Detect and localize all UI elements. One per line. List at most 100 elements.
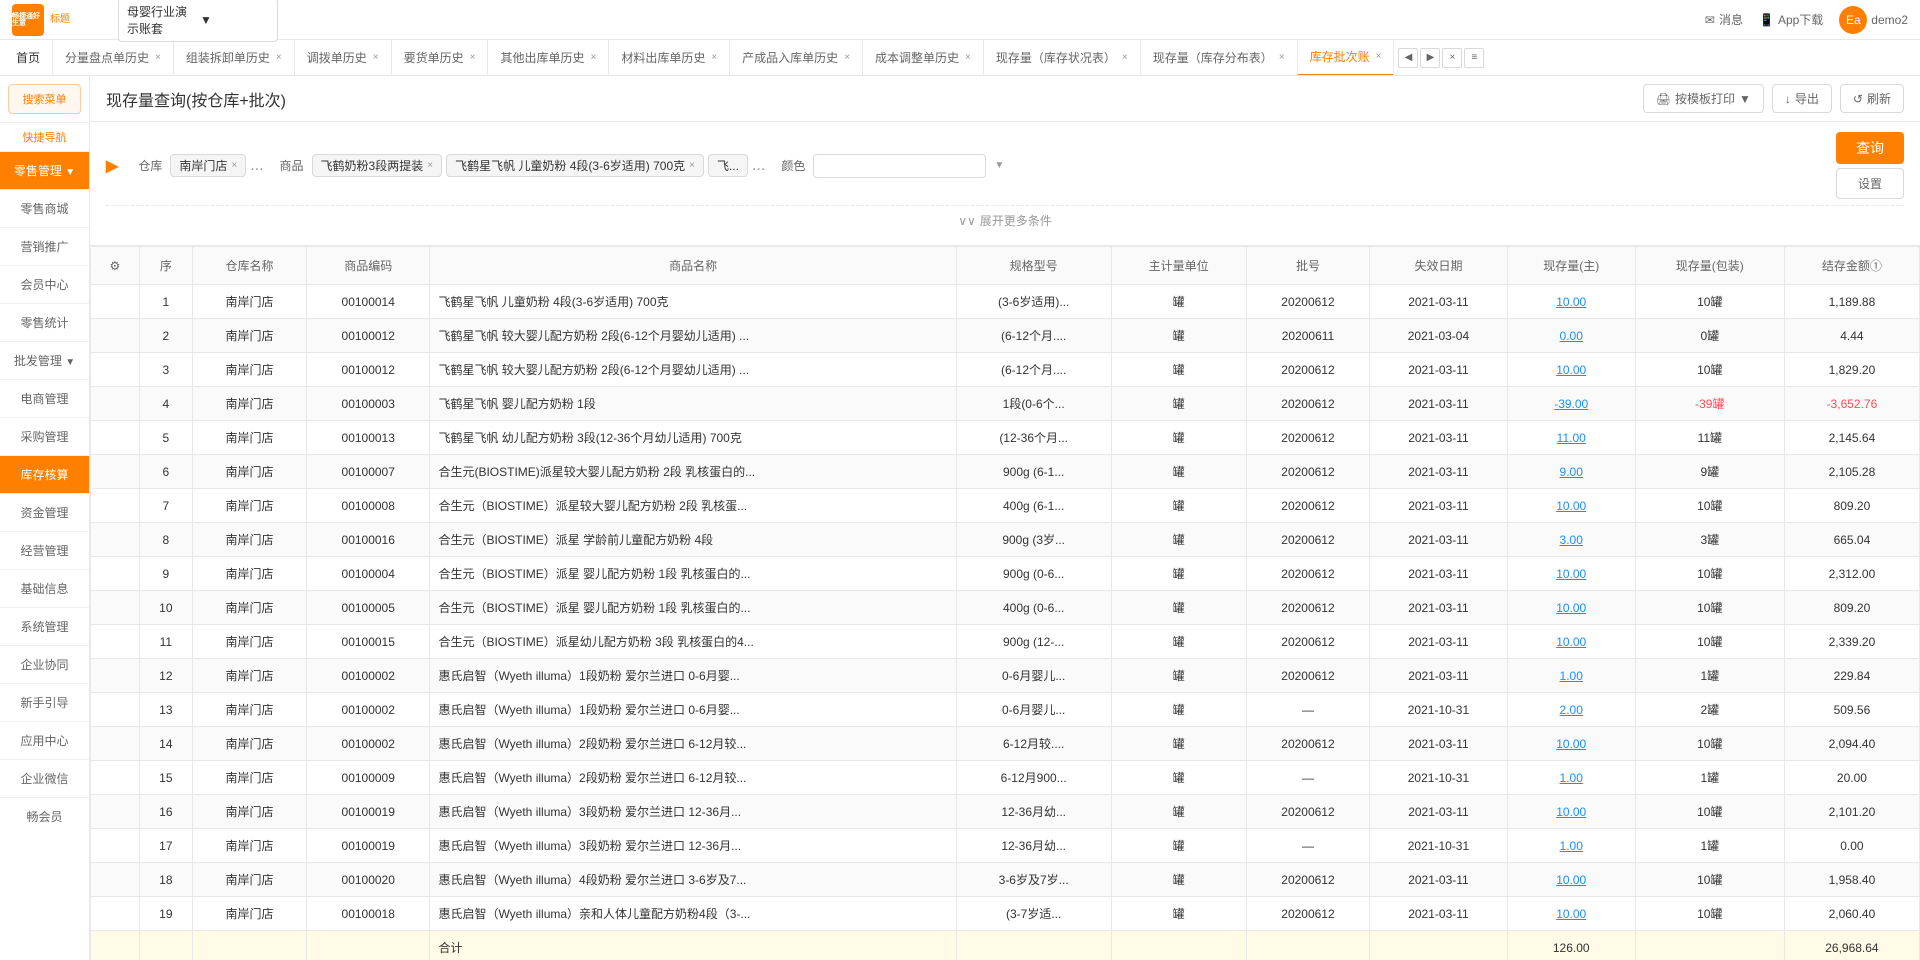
sidebar-item-basic-info[interactable]: 基础信息 [0,569,89,607]
stock-main-link[interactable]: 3.00 [1560,533,1583,547]
sidebar-item-app-center[interactable]: 应用中心 [0,721,89,759]
close-icon[interactable]: × [1279,52,1285,63]
stock-main-link[interactable]: 1.00 [1560,669,1583,683]
close-icon[interactable]: × [373,52,379,63]
tab-material-out[interactable]: 材料出库单历史 × [609,40,730,76]
color-input[interactable] [813,154,986,178]
content-area: 现存量查询(按仓库+批次) 🖨 按模板打印 ▼ ↓ 导出 ↺ 刷新 [90,76,1920,960]
table-header: ⚙ 序 仓库名称 商品编码 商品名称 规格型号 主计量单位 批号 失效日期 现存… [91,247,1920,285]
workspace-selector[interactable]: 母婴行业演示账套 ▼ [118,0,278,42]
nav-menu-button[interactable]: ≡ [1464,48,1484,68]
stock-main-link[interactable]: 10.00 [1556,295,1586,309]
close-icon[interactable]: × [155,52,161,63]
stock-main-link[interactable]: -39.00 [1554,397,1588,411]
chevron-icon: ▼ [65,167,75,178]
table-row: 1 南岸门店 00100014 飞鹤星飞帆 儿童奶粉 4段(3-6岁适用) 70… [91,285,1920,319]
print-button[interactable]: 🖨 按模板打印 ▼ [1643,84,1764,113]
sidebar-item-ecommerce-mgmt[interactable]: 电商管理 [0,379,89,417]
filter-expand-toggle[interactable]: ▶ [106,156,118,176]
close-icon[interactable]: × [965,52,971,63]
stock-main-link[interactable]: 9.00 [1560,465,1583,479]
tab-product-in[interactable]: 产成品入库单历史 × [730,40,863,76]
sidebar-item-inventory[interactable]: 库存核算 [0,455,89,493]
remove-product-tag-1-button[interactable]: × [689,160,695,171]
app-download-button[interactable]: 📱 App下载 [1759,11,1823,28]
sidebar-item-retail-stats[interactable]: 零售统计 [0,303,89,341]
sidebar-item-retail-shop[interactable]: 零售商城 [0,189,89,227]
color-filter: 颜色 ▼ [781,154,1004,178]
sidebar-item-retail-mgmt[interactable]: 零售管理 ▼ [0,151,89,189]
messages-button[interactable]: ✉ 消息 [1705,11,1743,28]
tab-batch-ledger[interactable]: 库存批次账 × [1298,40,1395,76]
nav-next-button[interactable]: ▶ [1420,48,1440,68]
settings-icon[interactable]: ⚙ [109,259,120,273]
tab-stock-status[interactable]: 现存量（库存状况表） × [984,40,1141,76]
stock-main-link[interactable]: 10.00 [1556,567,1586,581]
expand-more-conditions-button[interactable]: ∨∨ 展开更多条件 [106,205,1904,235]
stock-main-link[interactable]: 10.00 [1556,737,1586,751]
remove-warehouse-tag-button[interactable]: × [231,160,237,171]
table-row: 8 南岸门店 00100016 合生元（BIOSTIME）派星 学龄前儿童配方奶… [91,523,1920,557]
table-row: 2 南岸门店 00100012 飞鹤星飞帆 较大婴儿配方奶粉 2段(6-12个月… [91,319,1920,353]
tab-home[interactable]: 首页 [4,40,53,76]
sidebar-item-marketing[interactable]: 营销推广 [0,227,89,265]
nav-prev-button[interactable]: ◀ [1398,48,1418,68]
tab-cost-adjust[interactable]: 成本调整单历史 × [863,40,984,76]
tab-split-inventory[interactable]: 分量盘点单历史 × [53,40,174,76]
table-row: 14 南岸门店 00100002 惠氏启智（Wyeth illuma）2段奶粉 … [91,727,1920,761]
sidebar-item-wholesale-mgmt[interactable]: 批发管理 ▼ [0,341,89,379]
warehouse-more-button[interactable]: ... [250,157,263,175]
sidebar-item-system-mgmt[interactable]: 系统管理 [0,607,89,645]
stock-main-link[interactable]: 10.00 [1556,499,1586,513]
nav-arrows: ◀ ▶ × ≡ [1394,48,1488,68]
search-menu-button[interactable]: 搜索菜单 [8,84,81,114]
tab-combo-disassemble[interactable]: 组装拆卸单历史 × [174,40,295,76]
nav-close-button[interactable]: × [1442,48,1462,68]
stock-main-link[interactable]: 10.00 [1556,635,1586,649]
stock-main-link[interactable]: 1.00 [1560,771,1583,785]
stock-main-link[interactable]: 10.00 [1556,805,1586,819]
stock-main-link[interactable]: 10.00 [1556,601,1586,615]
table-row: 19 南岸门店 00100018 惠氏启智（Wyeth illuma）亲和人体儿… [91,897,1920,931]
tab-adjust[interactable]: 调拨单历史 × [295,40,392,76]
close-icon[interactable]: × [276,52,282,63]
color-dropdown-icon: ▼ [994,160,1004,171]
tab-other-out[interactable]: 其他出库单历史 × [488,40,609,76]
stock-main-link[interactable]: 11.00 [1557,431,1586,445]
stock-main-link[interactable]: 2.00 [1560,703,1583,717]
export-button[interactable]: ↓ 导出 [1772,84,1832,113]
stock-main-link[interactable]: 1.00 [1560,839,1583,853]
user-avatar-button[interactable]: Ea demo2 [1839,6,1908,34]
stock-main-link[interactable]: 10.00 [1556,363,1586,377]
stock-main-link[interactable]: 0.00 [1560,329,1583,343]
close-icon[interactable]: × [1122,52,1128,63]
close-icon[interactable]: × [470,52,476,63]
close-icon[interactable]: × [1376,51,1382,62]
query-button[interactable]: 查询 [1836,132,1904,164]
settings-button[interactable]: 设置 [1836,168,1904,199]
tab-stock-dist[interactable]: 现存量（库存分布表） × [1141,40,1298,76]
remove-product-tag-0-button[interactable]: × [427,160,433,171]
quick-nav-button[interactable]: 快捷导航 [0,122,89,151]
sidebar-item-finance-mgmt[interactable]: 资金管理 [0,493,89,531]
sidebar-item-new-guide[interactable]: 新手引导 [0,683,89,721]
sidebar-item-members[interactable]: 畅会员 [0,797,89,835]
tab-requisition[interactable]: 要货单历史 × [392,40,489,76]
logo-text: 标题 [50,14,70,26]
product-more-button[interactable]: ... [752,157,765,175]
col-settings[interactable]: ⚙ [91,247,140,285]
close-icon[interactable]: × [590,52,596,63]
sidebar-item-member-center[interactable]: 会员中心 [0,265,89,303]
close-icon[interactable]: × [844,52,850,63]
sidebar-item-purchase-mgmt[interactable]: 采购管理 [0,417,89,455]
stock-main-link[interactable]: 10.00 [1556,907,1586,921]
refresh-button[interactable]: ↺ 刷新 [1840,84,1904,113]
table-body: 1 南岸门店 00100014 飞鹤星飞帆 儿童奶粉 4段(3-6岁适用) 70… [91,285,1920,931]
sidebar-item-enterprise-wechat[interactable]: 企业微信 [0,759,89,797]
sidebar-item-enterprise[interactable]: 企业协同 [0,645,89,683]
sidebar-item-operations-mgmt[interactable]: 经营管理 [0,531,89,569]
workspace-dropdown-icon: ▼ [200,13,269,27]
stock-main-link[interactable]: 10.00 [1556,873,1586,887]
product-tag-1: 飞鹤星飞帆 儿童奶粉 4段(3-6岁适用) 700克 × [446,154,704,177]
close-icon[interactable]: × [711,52,717,63]
